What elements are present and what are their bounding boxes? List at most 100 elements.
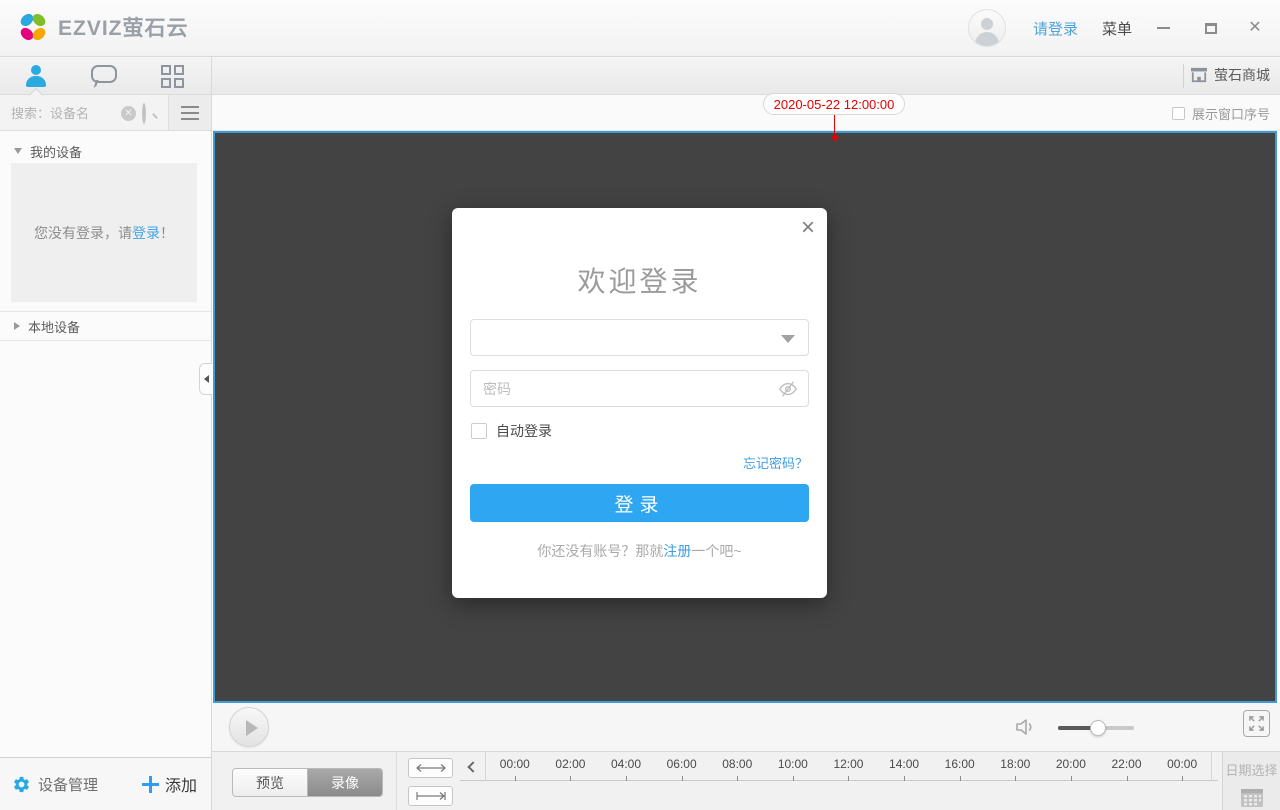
timeline-hour-label: 00:00 <box>1167 757 1197 771</box>
timeline-hour[interactable]: 04:00 <box>598 752 654 781</box>
timeline-hour[interactable]: 08:00 <box>709 752 765 781</box>
grid-icon <box>161 65 184 88</box>
local-devices-label: 本地设备 <box>28 317 80 336</box>
auto-login-checkbox[interactable] <box>471 423 487 439</box>
sidebar-login-link[interactable]: 登录 <box>132 225 160 241</box>
plus-icon <box>142 776 159 793</box>
timeline-hour-label: 00:00 <box>500 757 530 771</box>
maximize-button[interactable] <box>1200 18 1222 38</box>
sidebar-collapse-handle[interactable] <box>199 363 212 395</box>
maximize-icon <box>1205 23 1217 34</box>
date-select-button[interactable]: 日期选择 <box>1222 752 1280 810</box>
titlebar: EZVIZ萤石云 请登录 菜单 ✕ <box>0 0 1280 57</box>
fullscreen-icon <box>1248 715 1265 732</box>
device-management-button[interactable]: 设备管理 <box>12 774 98 795</box>
timeline-hour-label: 20:00 <box>1056 757 1086 771</box>
ezviz-mall-button[interactable]: 萤石商城 <box>1190 65 1270 85</box>
volume-thumb[interactable] <box>1090 720 1106 736</box>
not-logged-suffix: ！ <box>160 225 174 241</box>
timeline-zoom-in-button[interactable] <box>408 786 453 806</box>
speaker-icon[interactable] <box>1015 717 1037 737</box>
modal-close-icon[interactable]: × <box>801 214 815 242</box>
auto-login-option[interactable]: 自动登录 <box>471 421 552 441</box>
search-input[interactable]: 搜索：设备名 <box>11 103 89 122</box>
timeline-tick <box>1182 776 1183 781</box>
minimize-button[interactable] <box>1152 18 1174 38</box>
tab-record[interactable]: 录像 <box>308 769 382 796</box>
sidebar-tabs <box>0 57 211 95</box>
signup-link[interactable]: 注册 <box>663 543 691 559</box>
timeline-hour-label: 12:00 <box>833 757 863 771</box>
titlebar-login-link[interactable]: 请登录 <box>1033 18 1078 39</box>
timeline-hour[interactable]: 16:00 <box>932 752 988 781</box>
timeline-hour[interactable]: 00:00 <box>487 752 543 781</box>
show-window-number-option[interactable]: 展示窗口序号 <box>1172 104 1270 123</box>
timeline-hour-label: 18:00 <box>1000 757 1030 771</box>
chevron-left-icon <box>467 761 478 772</box>
current-timestamp-badge: 2020-05-22 12:00:00 <box>763 93 905 115</box>
play-button[interactable] <box>229 707 269 747</box>
username-dropdown[interactable] <box>470 319 809 356</box>
timeline-prev-button[interactable] <box>458 752 486 781</box>
modal-title: 欢迎登录 <box>452 260 827 300</box>
my-devices-group-header[interactable]: 我的设备 <box>0 137 211 165</box>
ezviz-client-window: EZVIZ萤石云 请登录 菜单 ✕ 搜索：设备名 ✕ <box>0 0 1280 810</box>
show-window-number-checkbox[interactable] <box>1172 107 1185 120</box>
timeline-tick <box>682 776 683 781</box>
add-device-button[interactable]: 添加 <box>142 772 197 796</box>
ezviz-mall-label: 萤石商城 <box>1214 65 1270 85</box>
search-icon[interactable] <box>142 105 158 121</box>
not-logged-prefix: 您没有登录，请 <box>34 225 132 241</box>
timeline-tick <box>904 776 905 781</box>
timeline-zoom-out-button[interactable] <box>408 758 453 778</box>
clear-icon[interactable]: ✕ <box>121 106 136 121</box>
titlebar-menu-button[interactable]: 菜单 <box>1102 18 1132 39</box>
password-input[interactable] <box>483 372 773 405</box>
login-button[interactable]: 登录 <box>470 484 809 522</box>
timeline-hour-label: 16:00 <box>945 757 975 771</box>
local-devices-group-header[interactable]: 本地设备 <box>0 311 211 341</box>
tab-messages[interactable] <box>76 57 132 95</box>
my-devices-label: 我的设备 <box>30 142 82 161</box>
forgot-password-link[interactable]: 忘记密码？ <box>743 453 808 472</box>
tab-views[interactable] <box>144 57 200 95</box>
timeline-hour-label: 10:00 <box>778 757 808 771</box>
timeline-tick <box>1015 776 1016 781</box>
hamburger-icon <box>181 106 199 120</box>
record-tab-label: 录像 <box>331 773 359 793</box>
ezviz-logo-icon <box>16 10 50 44</box>
sidebar: 搜索：设备名 ✕ 我的设备 您没有登录，请登录！ 本地设备 <box>0 57 212 810</box>
add-label: 添加 <box>165 772 197 796</box>
timeline-hour[interactable]: 10:00 <box>765 752 821 781</box>
device-search-bar[interactable]: 搜索：设备名 ✕ <box>0 95 211 131</box>
toolbar-divider <box>1183 64 1184 88</box>
timeline-hour[interactable]: 22:00 <box>1099 752 1155 781</box>
timeline-playhead[interactable] <box>834 115 835 137</box>
timeline-hour[interactable]: 14:00 <box>876 752 932 781</box>
signup-hint: 你还没有账号？那就注册一个吧~ <box>452 541 827 561</box>
gear-icon <box>12 775 31 794</box>
tab-preview[interactable]: 预览 <box>233 769 308 796</box>
close-button[interactable]: ✕ <box>1244 18 1266 38</box>
avatar[interactable] <box>968 9 1006 47</box>
timeline-hour[interactable]: 20:00 <box>1043 752 1099 781</box>
sidebar-bottom-bar: 设备管理 添加 <box>0 757 211 810</box>
volume-slider[interactable] <box>1058 726 1134 730</box>
timeline-hour[interactable]: 12:00 <box>821 752 877 781</box>
playback-controls-row <box>212 703 1280 752</box>
fullscreen-button[interactable] <box>1243 710 1270 737</box>
chat-bubble-icon <box>91 65 117 87</box>
timeline-tick <box>515 776 516 781</box>
timeline-hour[interactable]: 02:00 <box>543 752 599 781</box>
timeline-hour[interactable]: 06:00 <box>654 752 710 781</box>
current-timestamp: 2020-05-22 12:00:00 <box>774 97 895 112</box>
timeline-tick <box>848 776 849 781</box>
list-options-button[interactable] <box>168 95 211 130</box>
timeline[interactable]: 00:00 02:00 04:00 06:00 08:00 <box>460 752 1218 781</box>
eye-off-icon[interactable] <box>778 380 798 398</box>
not-logged-in-panel: 您没有登录，请登录！ <box>11 163 197 302</box>
timeline-hour-label: 14:00 <box>889 757 919 771</box>
dropdown-caret-icon <box>781 335 795 343</box>
timeline-hour[interactable]: 18:00 <box>987 752 1043 781</box>
timeline-hour[interactable]: 00:00 <box>1154 752 1210 781</box>
